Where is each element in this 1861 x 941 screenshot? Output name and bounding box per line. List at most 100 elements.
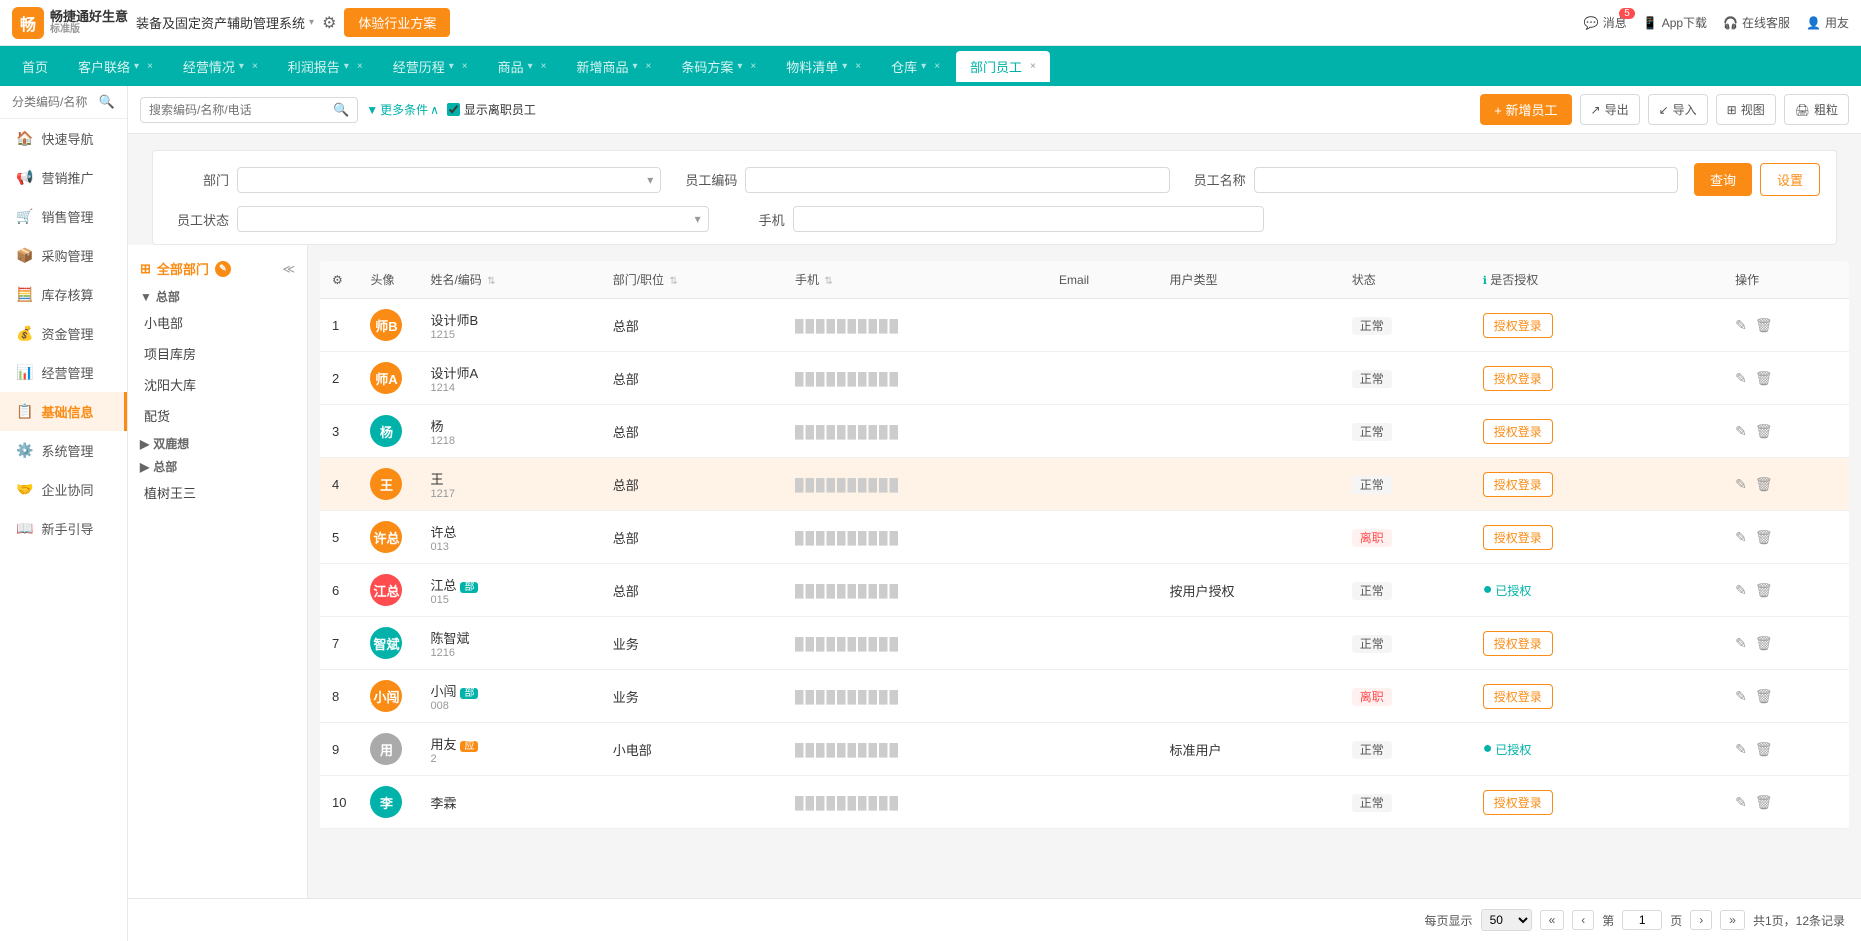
delete-icon[interactable]: 🗑 [1755,423,1773,440]
search-input[interactable] [149,103,329,117]
edit-icon[interactable]: ✎ [1735,476,1747,493]
dept-item-shenyang[interactable]: 沈阳大库 [128,369,307,400]
tab-warehouse[interactable]: 仓库 ▾× [877,51,954,82]
edit-icon[interactable]: ✎ [1735,741,1747,758]
sys-title-dropdown[interactable]: 装备及固定资产辅助管理系统 ▾ [136,13,314,32]
emp-name-filter-input[interactable] [1254,167,1678,193]
auth-login-button[interactable]: 授权登录 [1483,313,1553,338]
edit-icon[interactable]: ✎ [1735,317,1747,334]
dept-filter-select[interactable] [237,167,661,193]
col-dept[interactable]: 部门/职位 ⇅ [601,261,783,299]
emp-status-filter-select[interactable] [237,206,709,232]
delete-icon[interactable]: 🗑 [1755,529,1773,546]
settings-button[interactable]: 设置 [1760,163,1820,196]
tab-customer[interactable]: 客户联络 ▾× [64,51,167,82]
dept-edit-icon[interactable]: ✎ [215,261,231,277]
dept-group-zonbu[interactable]: ▼ 总部 [128,284,307,307]
delete-icon[interactable]: 🗑 [1755,635,1773,652]
dept-item-project[interactable]: 项目库房 [128,338,307,369]
dept-item-peihuo[interactable]: 配货 [128,400,307,431]
last-page-button[interactable]: » [1720,910,1745,930]
edit-icon[interactable]: ✎ [1735,582,1747,599]
export-button[interactable]: ↗ 导出 [1580,94,1640,125]
sidebar-item-quick-nav[interactable]: 🏠 快速导航 [0,119,127,158]
tab-dept-staff[interactable]: 部门员工 × [956,51,1050,82]
edit-icon[interactable]: ✎ [1735,794,1747,811]
sidebar-item-purchase[interactable]: 📦 采购管理 [0,236,127,275]
show-resigned-checkbox[interactable] [447,103,460,116]
delete-icon[interactable]: 🗑 [1755,370,1773,387]
prev-page-button[interactable]: ‹ [1572,910,1594,930]
auth-login-button[interactable]: 授权登录 [1483,472,1553,497]
tab-operation[interactable]: 经营情况 ▾× [169,51,272,82]
dept-item-zhishu[interactable]: 植树王三 [128,477,307,508]
dept-group-shuanglu[interactable]: ▶ 双鹿想 [128,431,307,454]
auth-login-button[interactable]: 授权登录 [1483,525,1553,550]
tab-home[interactable]: 首页 [8,51,62,82]
add-employee-button[interactable]: + 新增员工 [1480,94,1571,125]
delete-icon[interactable]: 🗑 [1755,317,1773,334]
tab-bom[interactable]: 物料清单 ▾× [772,51,875,82]
auth-login-button[interactable]: 授权登录 [1483,366,1553,391]
delete-icon[interactable]: 🗑 [1755,476,1773,493]
page-number-input[interactable] [1622,910,1662,930]
show-resigned-wrap[interactable]: 显示离职员工 [447,101,536,118]
dept-item-xiaodian[interactable]: 小电部 [128,307,307,338]
dept-collapse-button[interactable]: ≪ [282,262,295,276]
print-button[interactable]: 🖨 粗粒 [1784,94,1849,125]
next-page-button[interactable]: › [1690,910,1712,930]
export-label: 导出 [1605,101,1629,118]
row-avatar: 江总 [358,564,418,617]
tab-goods[interactable]: 商品 ▾× [484,51,561,82]
delete-icon[interactable]: 🗑 [1755,582,1773,599]
row-user-type: 按用户授权 [1158,564,1340,617]
edit-icon[interactable]: ✎ [1735,529,1747,546]
auth-login-button[interactable]: 授权登录 [1483,790,1553,815]
page-size-select[interactable]: 50 100 [1481,909,1532,931]
phone-filter-field: 手机 [725,206,1265,232]
delete-icon[interactable]: 🗑 [1755,741,1773,758]
view-button[interactable]: ⊞ 视图 [1716,94,1776,125]
delete-icon[interactable]: 🗑 [1755,794,1773,811]
first-page-button[interactable]: « [1540,910,1565,930]
sidebar-item-operation[interactable]: 📊 经营管理 [0,353,127,392]
edit-icon[interactable]: ✎ [1735,370,1747,387]
sidebar-item-system[interactable]: ⚙️ 系统管理 [0,431,127,470]
dept-all-label[interactable]: ⊞ 全部部门 ✎ [140,259,231,278]
sidebar-item-finance[interactable]: 💰 资金管理 [0,314,127,353]
sidebar-item-enterprise[interactable]: 🤝 企业协同 [0,470,127,509]
online-service-button[interactable]: 🎧 在线客服 [1723,14,1790,31]
auth-login-button[interactable]: 授权登录 [1483,631,1553,656]
delete-icon[interactable]: 🗑 [1755,688,1773,705]
more-conditions-button[interactable]: ▼ 更多条件 ∧ [366,101,439,118]
tab-profit[interactable]: 利润报告 ▾× [274,51,377,82]
tab-history[interactable]: 经营历程 ▾× [379,51,482,82]
settings-icon[interactable]: ⚙ [322,13,336,33]
edit-icon[interactable]: ✎ [1735,688,1747,705]
sidebar-item-sales[interactable]: 🛒 销售管理 [0,197,127,236]
sidebar-item-label: 营销推广 [41,168,93,187]
edit-icon[interactable]: ✎ [1735,635,1747,652]
sidebar-search-input[interactable] [12,95,93,109]
sidebar-item-inventory[interactable]: 🧮 库存核算 [0,275,127,314]
sidebar-item-marketing[interactable]: 📢 营销推广 [0,158,127,197]
app-download-button[interactable]: 📱 App下载 [1643,14,1707,31]
auth-login-button[interactable]: 授权登录 [1483,684,1553,709]
auth-login-button[interactable]: 授权登录 [1483,419,1553,444]
import-button[interactable]: ↙ 导入 [1648,94,1708,125]
sidebar-item-basic-info[interactable]: 📋 基础信息 [0,392,127,431]
tab-barcode[interactable]: 条码方案 ▾× [667,51,770,82]
filter-panel-wrap: 部门 员工编码 员工名称 [128,134,1861,245]
col-phone[interactable]: 手机 ⇅ [783,261,1047,299]
search-button[interactable]: 查询 [1694,163,1752,196]
message-button[interactable]: 💬 消息 5 [1584,14,1627,31]
dept-group-zonbu2[interactable]: ▶ 总部 [128,454,307,477]
emp-code-filter-input[interactable] [745,167,1169,193]
sidebar-item-guide[interactable]: 📖 新手引导 [0,509,127,548]
phone-filter-input[interactable] [793,206,1265,232]
col-name[interactable]: 姓名/编码 ⇅ [418,261,600,299]
user-menu[interactable]: 👤 用友 [1806,14,1849,31]
try-industry-button[interactable]: 体验行业方案 [344,8,450,37]
tab-add-goods[interactable]: 新增商品 ▾× [562,51,665,82]
edit-icon[interactable]: ✎ [1735,423,1747,440]
